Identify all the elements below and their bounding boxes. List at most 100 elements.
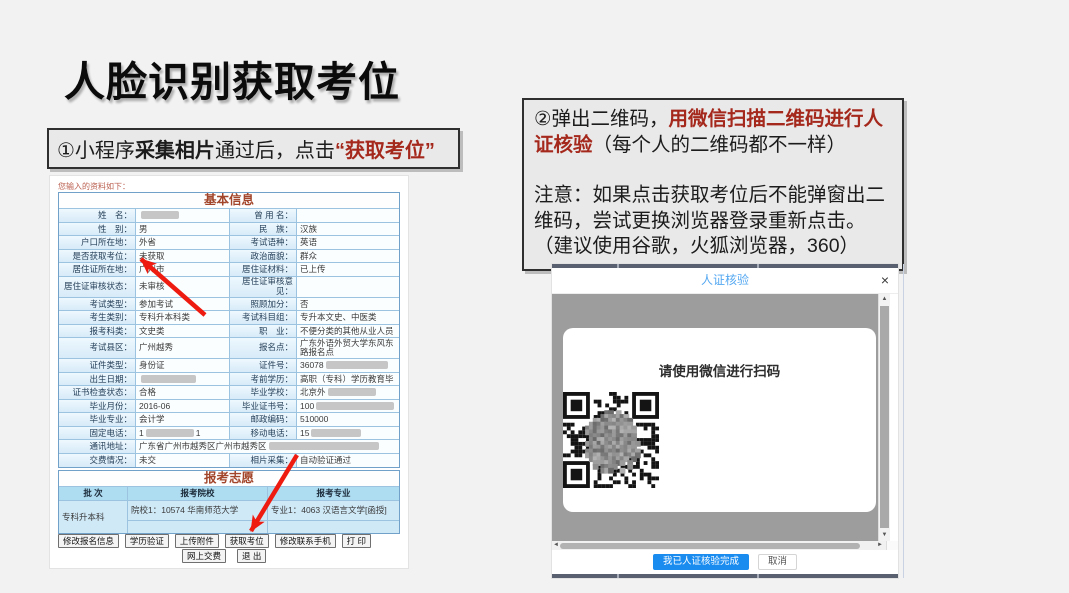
slide: 人脸识别获取考位 ①小程序采集相片通过后，点击“获取考位” ②弹出二维码，用微信…	[0, 0, 1069, 593]
wish-major-cell: 专业1：4063 汉语言文学[函授]	[267, 501, 399, 533]
vertical-scrollbar-thumb[interactable]	[880, 306, 889, 528]
field-value: 广东省广州市越秀区广州市越秀区	[135, 440, 399, 453]
field-label: 固定电话：	[59, 427, 135, 440]
redacted-value	[269, 442, 379, 450]
form-row: 固定电话：11移动电话：15（已绑定）	[59, 427, 399, 441]
field-label: 证件类型：	[59, 359, 135, 372]
step1-text-bold: 采集相片	[135, 140, 215, 162]
field-label: 考生类别：	[59, 311, 135, 324]
form-row: 考试类型：参加考试照顾加分：否	[59, 298, 399, 312]
get-exam-seat-button[interactable]: 获取考位	[225, 534, 269, 548]
redacted-value	[326, 361, 388, 369]
field-value: 合格	[135, 386, 230, 399]
redacted-value	[311, 429, 361, 437]
basic-info-title: 基本信息	[59, 193, 399, 209]
modify-registration-info-button[interactable]: 修改报名信息	[58, 534, 119, 548]
form-row: 毕业月份：2016-06毕业证书号：100	[59, 400, 399, 414]
field-value: 专科升本科类	[135, 311, 230, 324]
field-label: 毕业学校：	[230, 386, 296, 399]
scrollbar-corner	[886, 541, 898, 550]
field-label: 报考科类：	[59, 325, 135, 338]
field-value	[296, 209, 399, 222]
verification-complete-button[interactable]: 我已人证核验完成	[653, 554, 749, 570]
print-button[interactable]: 打 印	[342, 534, 371, 548]
close-icon[interactable]: ×	[881, 268, 889, 293]
dialog-footer: 我已人证核验完成 取消	[552, 550, 898, 574]
scroll-left-icon[interactable]: ◄	[553, 541, 559, 550]
redacted-value	[316, 402, 394, 410]
modify-contact-phone-button[interactable]: 修改联系手机	[275, 534, 336, 548]
step1-instruction-box: ①小程序采集相片通过后，点击“获取考位”	[47, 128, 460, 169]
form-row: 姓 名：曾 用 名：	[59, 209, 399, 223]
redacted-value	[141, 375, 196, 383]
registration-form-panel: 您输入的资料如下： 基本信息 姓 名：曾 用 名：性 别：男民 族：汉族户口所在…	[50, 176, 408, 568]
field-label: 政治面貌：	[230, 250, 296, 263]
form-row: 通讯地址：广东省广州市越秀区广州市越秀区	[59, 440, 399, 454]
field-value: 汉族	[296, 223, 399, 236]
dialog-body: 请使用微信进行扫码 ▲ ▼	[552, 294, 898, 541]
degree-verification-button[interactable]: 学历验证	[125, 534, 169, 548]
wish-header-major: 报考专业	[267, 487, 399, 500]
form-row: 报考科类：文史类职 业：不便分类的其他从业人员	[59, 325, 399, 339]
field-value: 15（已绑定）	[296, 427, 399, 440]
horizontal-scrollbar-thumb[interactable]	[560, 543, 860, 549]
form-row: 证件类型：身份证证件号：36078	[59, 359, 399, 373]
scan-hint-text: 请使用微信进行扫码	[563, 360, 876, 380]
step1-highlight: “获取考位”	[335, 140, 435, 162]
field-label: 证书检查状态：	[59, 386, 135, 399]
field-value: 英语	[296, 236, 399, 249]
form-row: 交费情况：未交相片采集：自动验证通过	[59, 454, 399, 468]
field-label: 出生日期：	[59, 373, 135, 386]
dialog-body-right-gutter	[890, 294, 898, 541]
field-label: 毕业专业：	[59, 413, 135, 426]
form-row: 是否获取考位：未获取政治面貌：群众	[59, 250, 399, 264]
online-payment-button[interactable]: 网上交费	[182, 549, 226, 563]
scroll-down-icon[interactable]: ▼	[879, 530, 890, 541]
scroll-up-icon[interactable]: ▲	[879, 294, 890, 305]
field-label: 姓 名：	[59, 209, 135, 222]
basic-info-rows: 姓 名：曾 用 名：性 别：男民 族：汉族户口所在地：外省考试语种：英语是否获取…	[59, 209, 399, 467]
field-value: 100	[296, 400, 399, 413]
field-value: 广州越秀	[135, 338, 230, 358]
field-value: 否	[296, 298, 399, 311]
qr-code-image	[563, 392, 659, 488]
form-row: 居住证审核状态：未审核居住证审核意见：	[59, 277, 399, 298]
field-value: 不便分类的其他从业人员	[296, 325, 399, 338]
exit-button[interactable]: 退 出	[237, 549, 266, 563]
field-label: 考试类型：	[59, 298, 135, 311]
form-row: 证书检查状态：合格毕业学校：北京外	[59, 386, 399, 400]
horizontal-scrollbar[interactable]: ◄ ►	[552, 541, 898, 550]
wish-header-batch: 批 次	[59, 487, 127, 500]
field-label: 证件号：	[230, 359, 296, 372]
scroll-right-icon[interactable]: ►	[877, 541, 883, 550]
step2-note: 注意：如果点击获取考位后不能弹窗出二维码，尝试更换浏览器登录重新点击。（建议使用…	[534, 183, 892, 260]
field-value: 已上传	[296, 263, 399, 276]
vertical-scrollbar[interactable]: ▲ ▼	[878, 294, 890, 541]
page-title: 人脸识别获取考位	[64, 48, 400, 108]
qr-card: 请使用微信进行扫码	[563, 328, 876, 512]
field-label: 职 业：	[230, 325, 296, 338]
redacted-value	[141, 211, 179, 219]
field-value: 参加考试	[135, 298, 230, 311]
field-label: 考试县区：	[59, 338, 135, 358]
wish-college-cell: 院校1：10574 华南师范大学	[127, 501, 267, 533]
upload-attachment-button[interactable]: 上传附件	[175, 534, 219, 548]
form-buttons-row1: 修改报名信息学历验证上传附件获取考位修改联系手机打 印	[58, 534, 371, 548]
form-row: 毕业专业：会计学邮政编码：510000	[59, 413, 399, 427]
basic-info-table: 基本信息 姓 名：曾 用 名：性 别：男民 族：汉族户口所在地：外省考试语种：英…	[58, 192, 400, 468]
step2-text-prefix: ②弹出二维码，	[534, 108, 668, 130]
field-label: 交费情况：	[59, 454, 135, 468]
field-value: 男	[135, 223, 230, 236]
field-label: 居住证所在地：	[59, 263, 135, 276]
field-value: 专升本文史、中医类	[296, 311, 399, 324]
field-value: 11	[135, 427, 230, 440]
form-row: 考试县区：广州越秀报名点：广东外语外贸大学东风东路报名点	[59, 338, 399, 359]
field-value: 身份证	[135, 359, 230, 372]
redacted-value	[146, 429, 194, 437]
step2-line1: ②弹出二维码，用微信扫描二维码进行人证核验（每个人的二维码都不一样）	[534, 107, 892, 158]
cancel-button[interactable]: 取消	[758, 554, 797, 570]
field-value: 外省	[135, 236, 230, 249]
field-label: 性 别：	[59, 223, 135, 236]
wish-college-empty	[128, 520, 267, 533]
dialog-title: 人证核验	[552, 268, 898, 293]
